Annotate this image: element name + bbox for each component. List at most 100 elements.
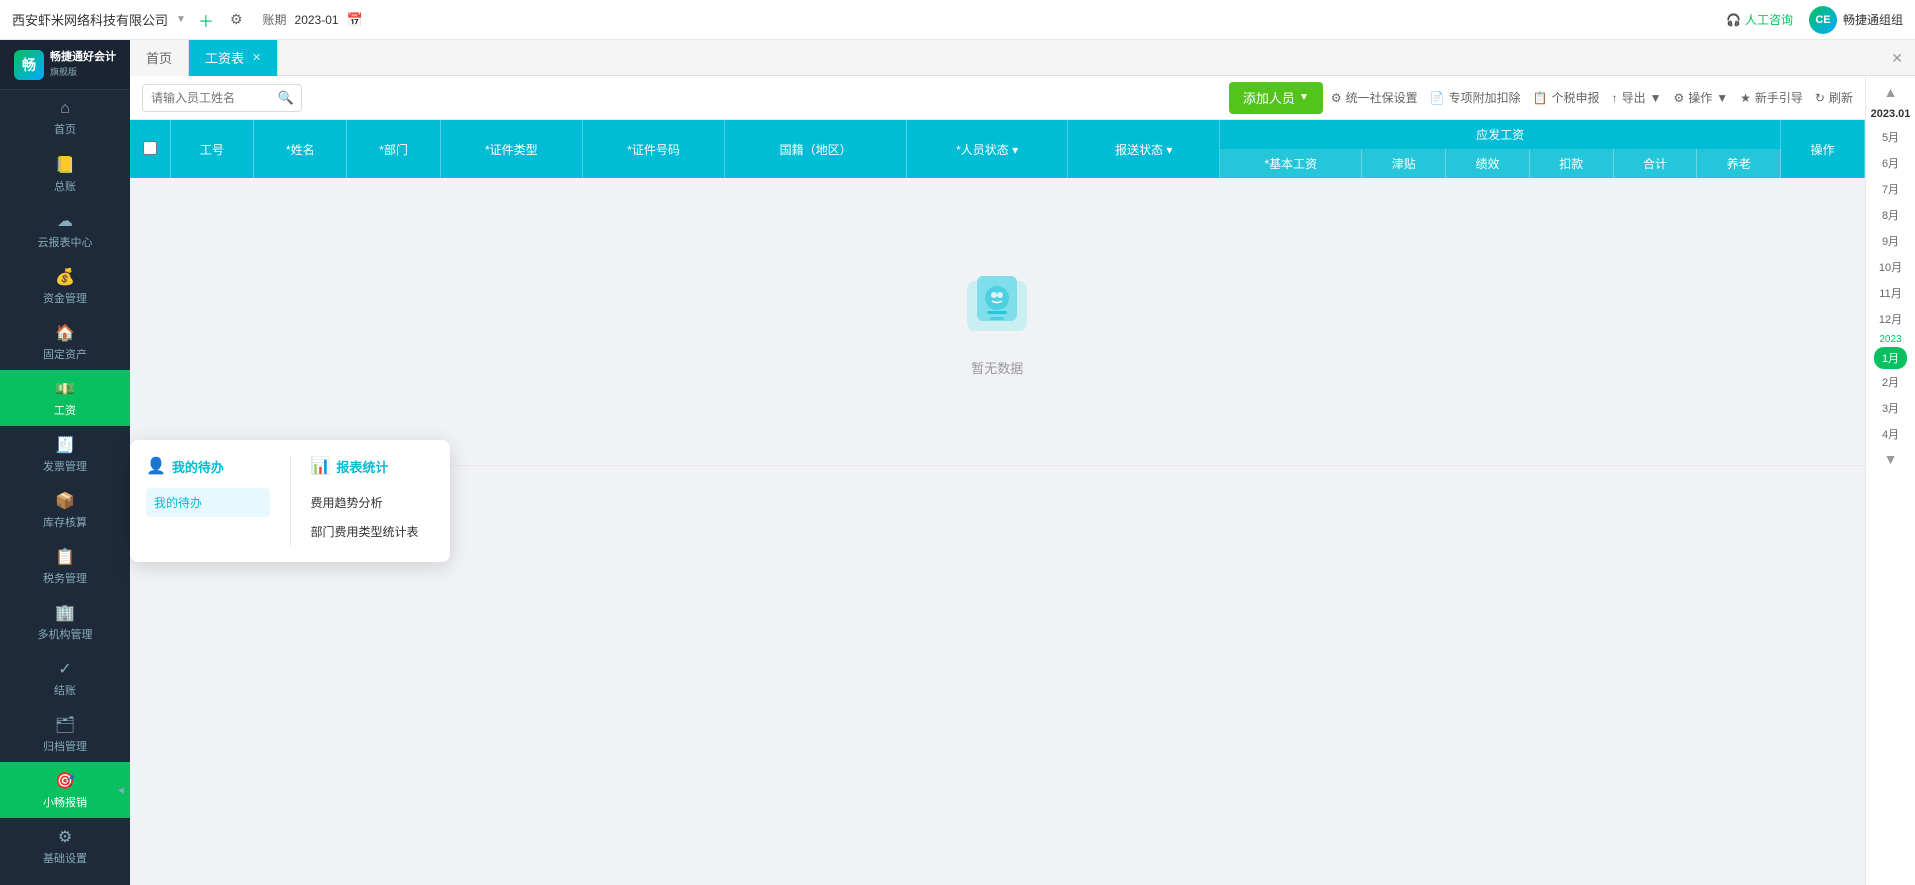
tab-salary-label: 工资表 — [205, 48, 244, 67]
popup-item-dept-cost[interactable]: 部门费用类型统计表 — [311, 517, 435, 546]
operation-arrow-icon: ▼ — [1716, 91, 1728, 105]
sidebar-nav: ⌂ 首页 📒 总账 ☁ 云报表中心 💰 资金管理 🏠 固定资产 💵 工资 — [0, 90, 130, 885]
new-guide-btn[interactable]: ★ 新手引导 — [1740, 89, 1803, 106]
sidebar-item-tax[interactable]: 📋 税务管理 — [0, 538, 130, 594]
timeline-month-2[interactable]: 2月 — [1882, 369, 1899, 395]
header-right: 🎧 人工咨询 CE 畅捷通组组 — [1726, 6, 1903, 34]
tab-close-icon[interactable]: ✕ — [252, 51, 261, 64]
sidebar-item-label: 发票管理 — [43, 458, 87, 474]
close-all-btn[interactable]: ✕ — [1879, 40, 1915, 76]
select-all-th[interactable] — [130, 120, 170, 178]
checkout-icon: ✓ — [58, 659, 71, 679]
fund-icon: 💰 — [55, 267, 75, 287]
archive-icon: 🗂 — [55, 715, 75, 735]
select-all-checkbox[interactable] — [143, 141, 157, 155]
top-header: 西安虾米网络科技有限公司 ▼ ＋ ⚙ 账期 2023-01 📅 🎧 人工咨询 C… — [0, 0, 1915, 40]
todo-section-icon: 👤 — [146, 456, 166, 476]
sidebar-item-home[interactable]: ⌂ 首页 — [0, 90, 130, 146]
sidebar-item-label: 库存核算 — [43, 514, 87, 530]
sidebar-item-salary[interactable]: 💵 工资 — [0, 370, 130, 426]
period-value[interactable]: 2023-01 — [295, 13, 339, 27]
empty-state: 暂无数据 — [138, 186, 1857, 457]
sidebar-item-invoice[interactable]: 🧾 发票管理 — [0, 426, 130, 482]
social-security-btn[interactable]: ⚙ 统一社保设置 — [1331, 89, 1418, 106]
sidebar-item-label: 首页 — [54, 121, 76, 137]
sidebar-item-fund[interactable]: 💰 资金管理 — [0, 258, 130, 314]
salary-table: 工号 *姓名 *部门 *证件类型 *证件号码 国籍（地区） *人员状态 ▾ 报送… — [130, 120, 1865, 466]
timeline-scroll-down[interactable]: ▼ — [1884, 447, 1898, 471]
settings-icon[interactable]: ⚙ — [226, 11, 247, 28]
export-icon: ↑ — [1612, 91, 1618, 105]
tab-home-label: 首页 — [146, 48, 172, 67]
sidebar-item-fixed-assets[interactable]: 🏠 固定资产 — [0, 314, 130, 370]
logo-text: 畅捷通好会计 — [50, 51, 116, 64]
avatar: CE — [1809, 6, 1837, 34]
sidebar-item-archive[interactable]: 🗂 归档管理 — [0, 706, 130, 762]
timeline-month-7[interactable]: 7月 — [1882, 176, 1899, 202]
settings-nav-icon: ⚙ — [58, 827, 72, 847]
timeline-month-3[interactable]: 3月 — [1882, 395, 1899, 421]
popup-item-cost-trend[interactable]: 费用趋势分析 — [311, 488, 435, 517]
social-security-icon: ⚙ — [1331, 91, 1342, 105]
tab-bar: 首页 工资表 ✕ ✕ — [130, 40, 1915, 76]
popup-section-title-todo: 👤 我的待办 — [146, 456, 270, 476]
sidebar-item-cloud-report[interactable]: ☁ 云报表中心 — [0, 202, 130, 258]
sidebar-item-inventory[interactable]: 📦 库存核算 — [0, 482, 130, 538]
period-label: 账期 — [263, 11, 287, 28]
sidebar-item-label: 税务管理 — [43, 570, 87, 586]
timeline-month-6[interactable]: 6月 — [1882, 150, 1899, 176]
headset-icon: 🎧 — [1726, 13, 1741, 27]
timeline-month-5[interactable]: 5月 — [1882, 124, 1899, 150]
refresh-icon: ↻ — [1815, 91, 1825, 105]
toolbar-actions: ⚙ 统一社保设置 📄 专项附加扣除 📋 个税申报 ↑ — [1331, 89, 1853, 106]
tax-icon: 📋 — [55, 547, 75, 567]
sidebar-item-basic-settings[interactable]: ⚙ 基础设置 — [0, 818, 130, 874]
personal-tax-btn[interactable]: 📋 个税申报 — [1533, 89, 1600, 106]
user-info[interactable]: CE 畅捷通组组 — [1809, 6, 1903, 34]
add-person-arrow-icon: ▼ — [1299, 92, 1309, 103]
personal-tax-icon: 📋 — [1533, 91, 1548, 105]
sidebar-item-checkout[interactable]: ✓ 结账 — [0, 650, 130, 706]
sidebar-item-multi-org[interactable]: 🏢 多机构管理 — [0, 594, 130, 650]
timeline-month-11[interactable]: 11月 — [1879, 280, 1901, 306]
special-deduction-btn[interactable]: 📄 专项附加扣除 — [1430, 89, 1521, 106]
tab-home[interactable]: 首页 — [130, 40, 189, 76]
xiaochang-icon: 🎯 — [55, 771, 75, 791]
calendar-icon[interactable]: 📅 — [347, 12, 363, 28]
tab-salary[interactable]: 工资表 ✕ — [189, 40, 278, 76]
timeline-month-8[interactable]: 8月 — [1882, 202, 1899, 228]
assets-icon: 🏠 — [55, 323, 75, 343]
avatar-initials: CE — [1815, 14, 1830, 26]
sidebar-item-xiaochang[interactable]: 🎯 小畅报销 ◀ — [0, 762, 130, 818]
timeline-month-9[interactable]: 9月 — [1882, 228, 1899, 254]
operation-label: 操作 — [1688, 89, 1712, 106]
timeline-month-12[interactable]: 12月 — [1879, 306, 1902, 332]
add-company-btn[interactable]: ＋ — [194, 8, 218, 32]
timeline-scroll-up[interactable]: ▲ — [1884, 80, 1898, 104]
export-btn[interactable]: ↑ 导出 ▼ — [1612, 89, 1662, 106]
logo-sub: 旗舰版 — [50, 65, 116, 78]
popup-item-my-todo[interactable]: 我的待办 — [146, 488, 270, 517]
operation-btn[interactable]: ⚙ 操作 ▼ — [1673, 89, 1728, 106]
timeline-month-10[interactable]: 10月 — [1879, 254, 1902, 280]
timeline-year-2023: 2023 — [1879, 332, 1901, 347]
inventory-icon: 📦 — [55, 491, 75, 511]
timeline-month-1[interactable]: 1月 — [1874, 347, 1907, 369]
sidebar-item-label: 固定资产 — [43, 346, 87, 362]
toolbar: 🔍 添加人员 ▼ ⚙ 统一社保设置 📄 专项附加扣除 — [130, 76, 1865, 120]
th-id: 工号 — [170, 120, 254, 178]
service-button[interactable]: 🎧 人工咨询 — [1726, 11, 1793, 28]
sidebar-item-new-guide[interactable]: ▷ 新手引导 — [0, 874, 130, 885]
th-bonus: 绩效 — [1446, 149, 1530, 178]
company-name[interactable]: 西安虾米网络科技有限公司 — [12, 10, 168, 29]
timeline-header: 2023.01 — [1871, 104, 1911, 124]
th-total: 合计 — [1613, 149, 1697, 178]
sidebar-item-label: 工资 — [54, 402, 76, 418]
sidebar-item-ledger[interactable]: 📒 总账 — [0, 146, 130, 202]
add-person-button[interactable]: 添加人员 ▼ — [1229, 82, 1323, 114]
th-deduction: 扣款 — [1529, 149, 1613, 178]
company-dropdown-icon[interactable]: ▼ — [176, 14, 186, 25]
timeline-month-4[interactable]: 4月 — [1882, 421, 1899, 447]
refresh-btn[interactable]: ↻ 刷新 — [1815, 89, 1853, 106]
salary-icon: 💵 — [55, 379, 75, 399]
